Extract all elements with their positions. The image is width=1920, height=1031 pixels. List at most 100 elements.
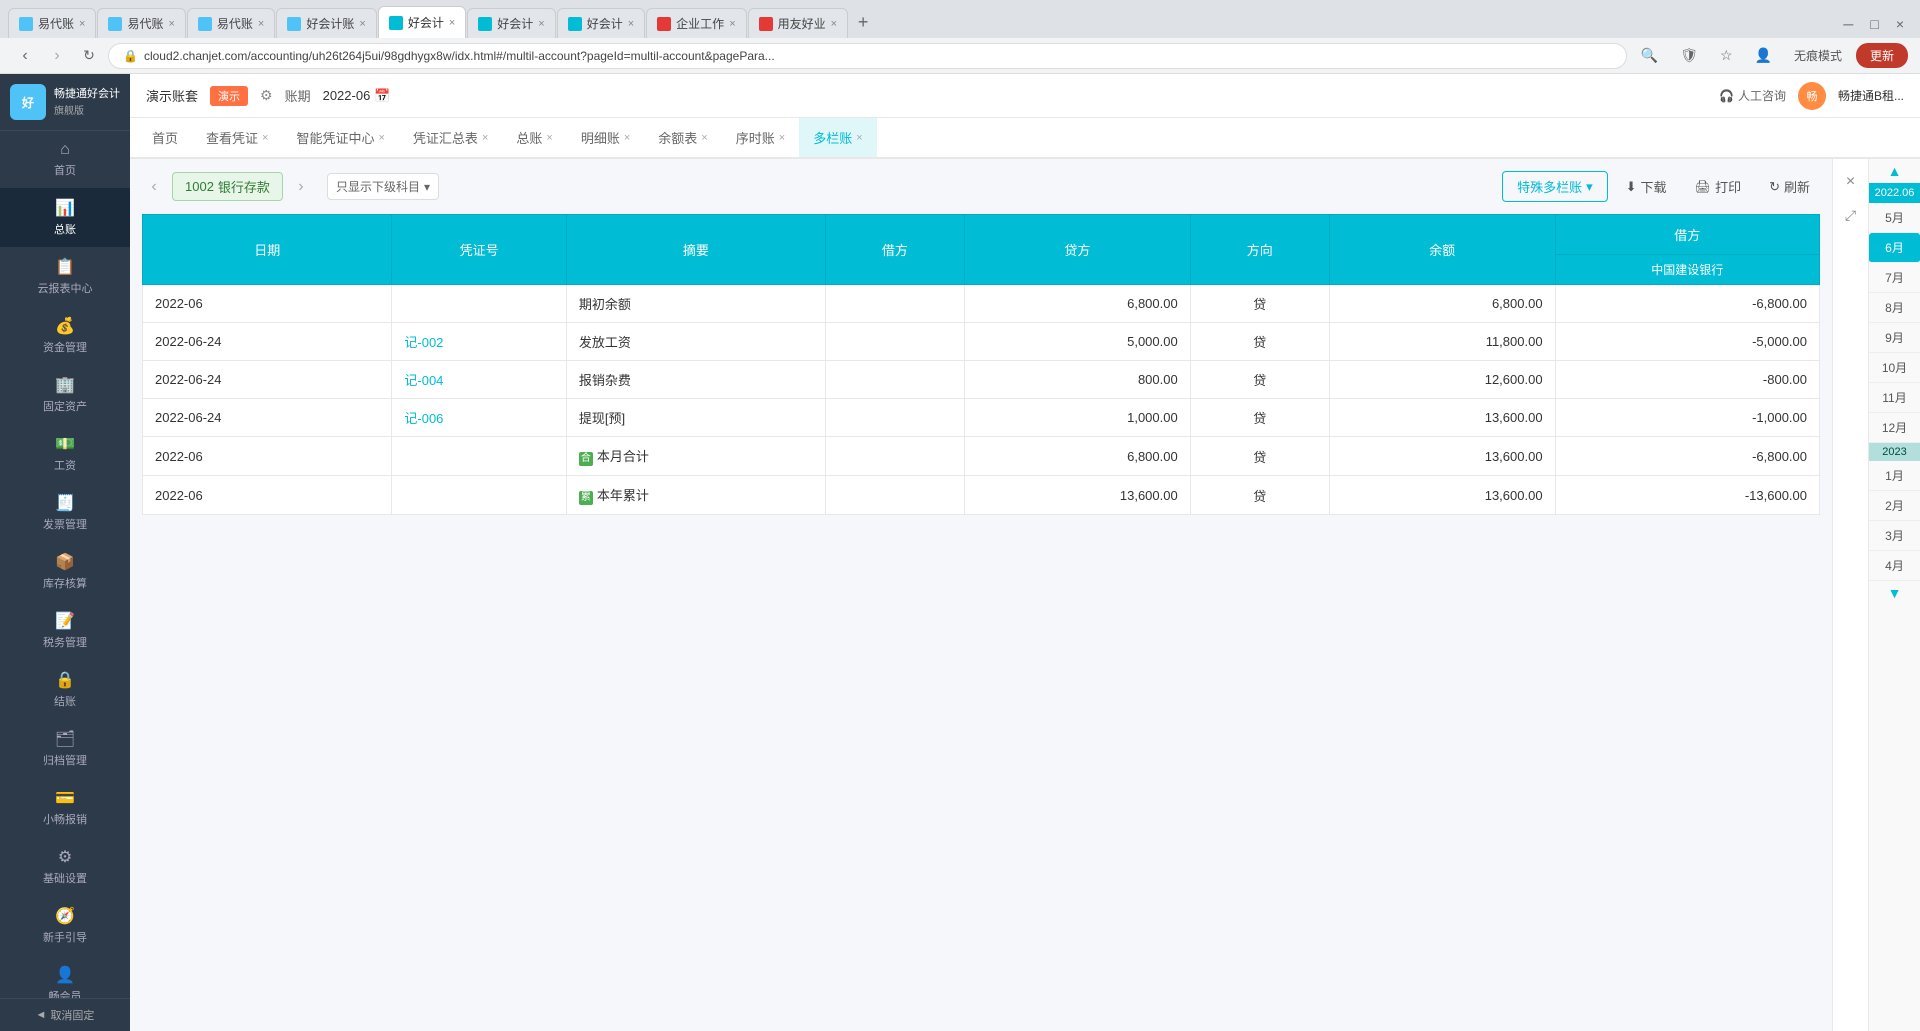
multi-col-btn[interactable]: 特殊多栏账 ▾ bbox=[1502, 171, 1608, 202]
account-tag[interactable]: 1002 银行存款 bbox=[172, 172, 283, 201]
cal-month-dec[interactable]: 12月 bbox=[1869, 413, 1920, 443]
panel-close-button[interactable]: × bbox=[1840, 167, 1861, 197]
sidebar-item-invoice[interactable]: 🧾 发票管理 bbox=[0, 483, 130, 542]
period-value[interactable]: 2022-06 📅 bbox=[323, 88, 391, 104]
sidebar-item-assets[interactable]: 🏢 固定资产 bbox=[0, 365, 130, 424]
tab-haohuiji-1[interactable]: 好会计账 × bbox=[276, 8, 376, 38]
tab-haohuiji-active[interactable]: 好会计 × bbox=[378, 6, 466, 38]
tab-detail-ledger[interactable]: 明细账 × bbox=[567, 118, 644, 159]
demo-badge[interactable]: 演示 bbox=[210, 86, 248, 106]
cell-debit bbox=[825, 437, 964, 476]
address-text: cloud2.chanjet.com/accounting/uh26t264j5… bbox=[144, 49, 775, 63]
tab-close-2[interactable]: × bbox=[168, 18, 174, 30]
tab-maximize[interactable]: □ bbox=[1862, 12, 1886, 36]
settings-gear-icon[interactable]: ⚙ bbox=[260, 87, 273, 104]
bookmark-icon[interactable]: ☆ bbox=[1712, 43, 1741, 68]
cell-voucher[interactable]: 记-002 bbox=[392, 323, 567, 361]
prev-account-button[interactable]: ‹ bbox=[142, 175, 166, 199]
search-icon[interactable]: 🔍 bbox=[1633, 43, 1666, 68]
refresh-button[interactable]: ↻ 刷新 bbox=[1759, 172, 1820, 201]
tab-close-icon[interactable]: × bbox=[79, 18, 85, 30]
cal-month-may[interactable]: 5月 bbox=[1869, 203, 1920, 233]
tab-multi-column[interactable]: 多栏账 × bbox=[799, 118, 876, 159]
cal-month-jul[interactable]: 7月 bbox=[1869, 263, 1920, 293]
sidebar-item-reports[interactable]: 📋 云报表中心 bbox=[0, 247, 130, 306]
cal-month-jan[interactable]: 1月 bbox=[1869, 461, 1920, 491]
address-bar[interactable]: 🔒 cloud2.chanjet.com/accounting/uh26t264… bbox=[108, 43, 1627, 69]
balance-close[interactable]: × bbox=[701, 132, 707, 144]
profile-icon[interactable]: 👤 bbox=[1747, 43, 1780, 68]
tab-haohuiji-2[interactable]: 好会计 × bbox=[467, 8, 555, 38]
tab-close-8[interactable]: × bbox=[729, 18, 735, 30]
cell-voucher[interactable]: 记-006 bbox=[392, 399, 567, 437]
general-ledger-close[interactable]: × bbox=[546, 132, 552, 144]
cal-month-nov[interactable]: 11月 bbox=[1869, 383, 1920, 413]
tab-balance[interactable]: 余额表 × bbox=[644, 118, 721, 159]
tab-yidaizhang-2[interactable]: 易代账 × bbox=[97, 8, 185, 38]
cal-month-aug[interactable]: 8月 bbox=[1869, 293, 1920, 323]
tab-general-ledger[interactable]: 总账 × bbox=[502, 118, 566, 159]
sidebar-item-payroll[interactable]: 💵 工资 bbox=[0, 424, 130, 483]
cal-nav-down[interactable]: ▼ bbox=[1869, 581, 1920, 605]
tab-yidaizhang-3[interactable]: 易代账 × bbox=[187, 8, 275, 38]
tab-close-5[interactable]: × bbox=[449, 17, 455, 29]
tab-close-7[interactable]: × bbox=[628, 18, 634, 30]
user-avatar[interactable]: 畅 bbox=[1798, 82, 1826, 110]
multi-column-close[interactable]: × bbox=[856, 132, 862, 144]
voucher-summary-close[interactable]: × bbox=[482, 132, 488, 144]
cell-voucher[interactable]: 记-004 bbox=[392, 361, 567, 399]
cal-month-apr[interactable]: 4月 bbox=[1869, 551, 1920, 581]
sidebar-item-ledger[interactable]: 📊 总账 bbox=[0, 188, 130, 247]
tab-enterprise[interactable]: 企业工作 × bbox=[646, 8, 746, 38]
new-tab-button[interactable]: + bbox=[849, 8, 877, 36]
reload-button[interactable]: ↻ bbox=[76, 43, 102, 69]
panel-expand-button[interactable]: ⤢ bbox=[1839, 201, 1862, 230]
next-account-button[interactable]: › bbox=[289, 175, 313, 199]
forward-button[interactable]: › bbox=[44, 43, 70, 69]
sidebar-item-archive[interactable]: 🗂 归档管理 bbox=[0, 719, 130, 778]
shield-icon[interactable]: 🛡 bbox=[1672, 43, 1706, 68]
tab-close-6[interactable]: × bbox=[538, 18, 544, 30]
cal-month-mar[interactable]: 3月 bbox=[1869, 521, 1920, 551]
sidebar-item-member[interactable]: 👤 畅会员 bbox=[0, 955, 130, 998]
tab-haohuiji-3[interactable]: 好会计 × bbox=[557, 8, 645, 38]
tab-view-voucher[interactable]: 查看凭证 × bbox=[192, 118, 282, 159]
tab-close-window[interactable]: × bbox=[1888, 12, 1912, 36]
tab-minimize[interactable]: ─ bbox=[1835, 12, 1861, 36]
smart-voucher-close[interactable]: × bbox=[378, 132, 384, 144]
detail-ledger-close[interactable]: × bbox=[624, 132, 630, 144]
cell-extra: -1,000.00 bbox=[1555, 399, 1819, 437]
print-button[interactable]: 🖨 打印 bbox=[1685, 172, 1752, 201]
sidebar-item-settings[interactable]: ⚙ 基础设置 bbox=[0, 837, 130, 896]
tab-yidaizhang-1[interactable]: 易代账 × bbox=[8, 8, 96, 38]
cal-month-feb[interactable]: 2月 bbox=[1869, 491, 1920, 521]
view-voucher-close[interactable]: × bbox=[262, 132, 268, 144]
sidebar-item-guide[interactable]: 🧭 新手引导 bbox=[0, 896, 130, 955]
sidebar-item-tax[interactable]: 📝 税务管理 bbox=[0, 601, 130, 660]
tab-voucher-summary[interactable]: 凭证汇总表 × bbox=[399, 118, 502, 159]
sidebar-item-inventory[interactable]: 📦 库存核算 bbox=[0, 542, 130, 601]
tab-close-3[interactable]: × bbox=[258, 18, 264, 30]
sidebar-item-close[interactable]: 🔒 结账 bbox=[0, 660, 130, 719]
sub-filter-button[interactable]: 只显示下级科目 ▾ bbox=[327, 173, 439, 200]
sidebar-item-expense[interactable]: 💳 小畅报销 bbox=[0, 778, 130, 837]
cancel-pin-button[interactable]: ◄ 取消固定 bbox=[0, 998, 130, 1031]
sidebar-item-funds[interactable]: 💰 资金管理 bbox=[0, 306, 130, 365]
customer-service[interactable]: 🎧 人工咨询 bbox=[1719, 87, 1786, 104]
tab-yonyou[interactable]: 用友好业 × bbox=[748, 8, 848, 38]
tab-smart-voucher[interactable]: 智能凭证中心 × bbox=[282, 118, 398, 159]
cal-month-sep[interactable]: 9月 bbox=[1869, 323, 1920, 353]
cal-month-oct[interactable]: 10月 bbox=[1869, 353, 1920, 383]
back-button[interactable]: ‹ bbox=[12, 43, 38, 69]
update-button[interactable]: 更新 bbox=[1856, 43, 1908, 68]
journal-close[interactable]: × bbox=[779, 132, 785, 144]
download-button[interactable]: ⬇ 下载 bbox=[1616, 172, 1677, 201]
cal-month-jun-active[interactable]: 6月 bbox=[1869, 233, 1920, 263]
tab-close-4[interactable]: × bbox=[359, 18, 365, 30]
incognito-icon[interactable]: 无痕模式 bbox=[1786, 43, 1850, 68]
tab-journal[interactable]: 序时账 × bbox=[722, 118, 799, 159]
tab-home[interactable]: 首页 bbox=[138, 118, 192, 159]
cal-nav-up[interactable]: ▲ bbox=[1869, 159, 1920, 183]
sidebar-item-home[interactable]: ⌂ 首页 bbox=[0, 131, 130, 188]
tab-close-9[interactable]: × bbox=[831, 18, 837, 30]
